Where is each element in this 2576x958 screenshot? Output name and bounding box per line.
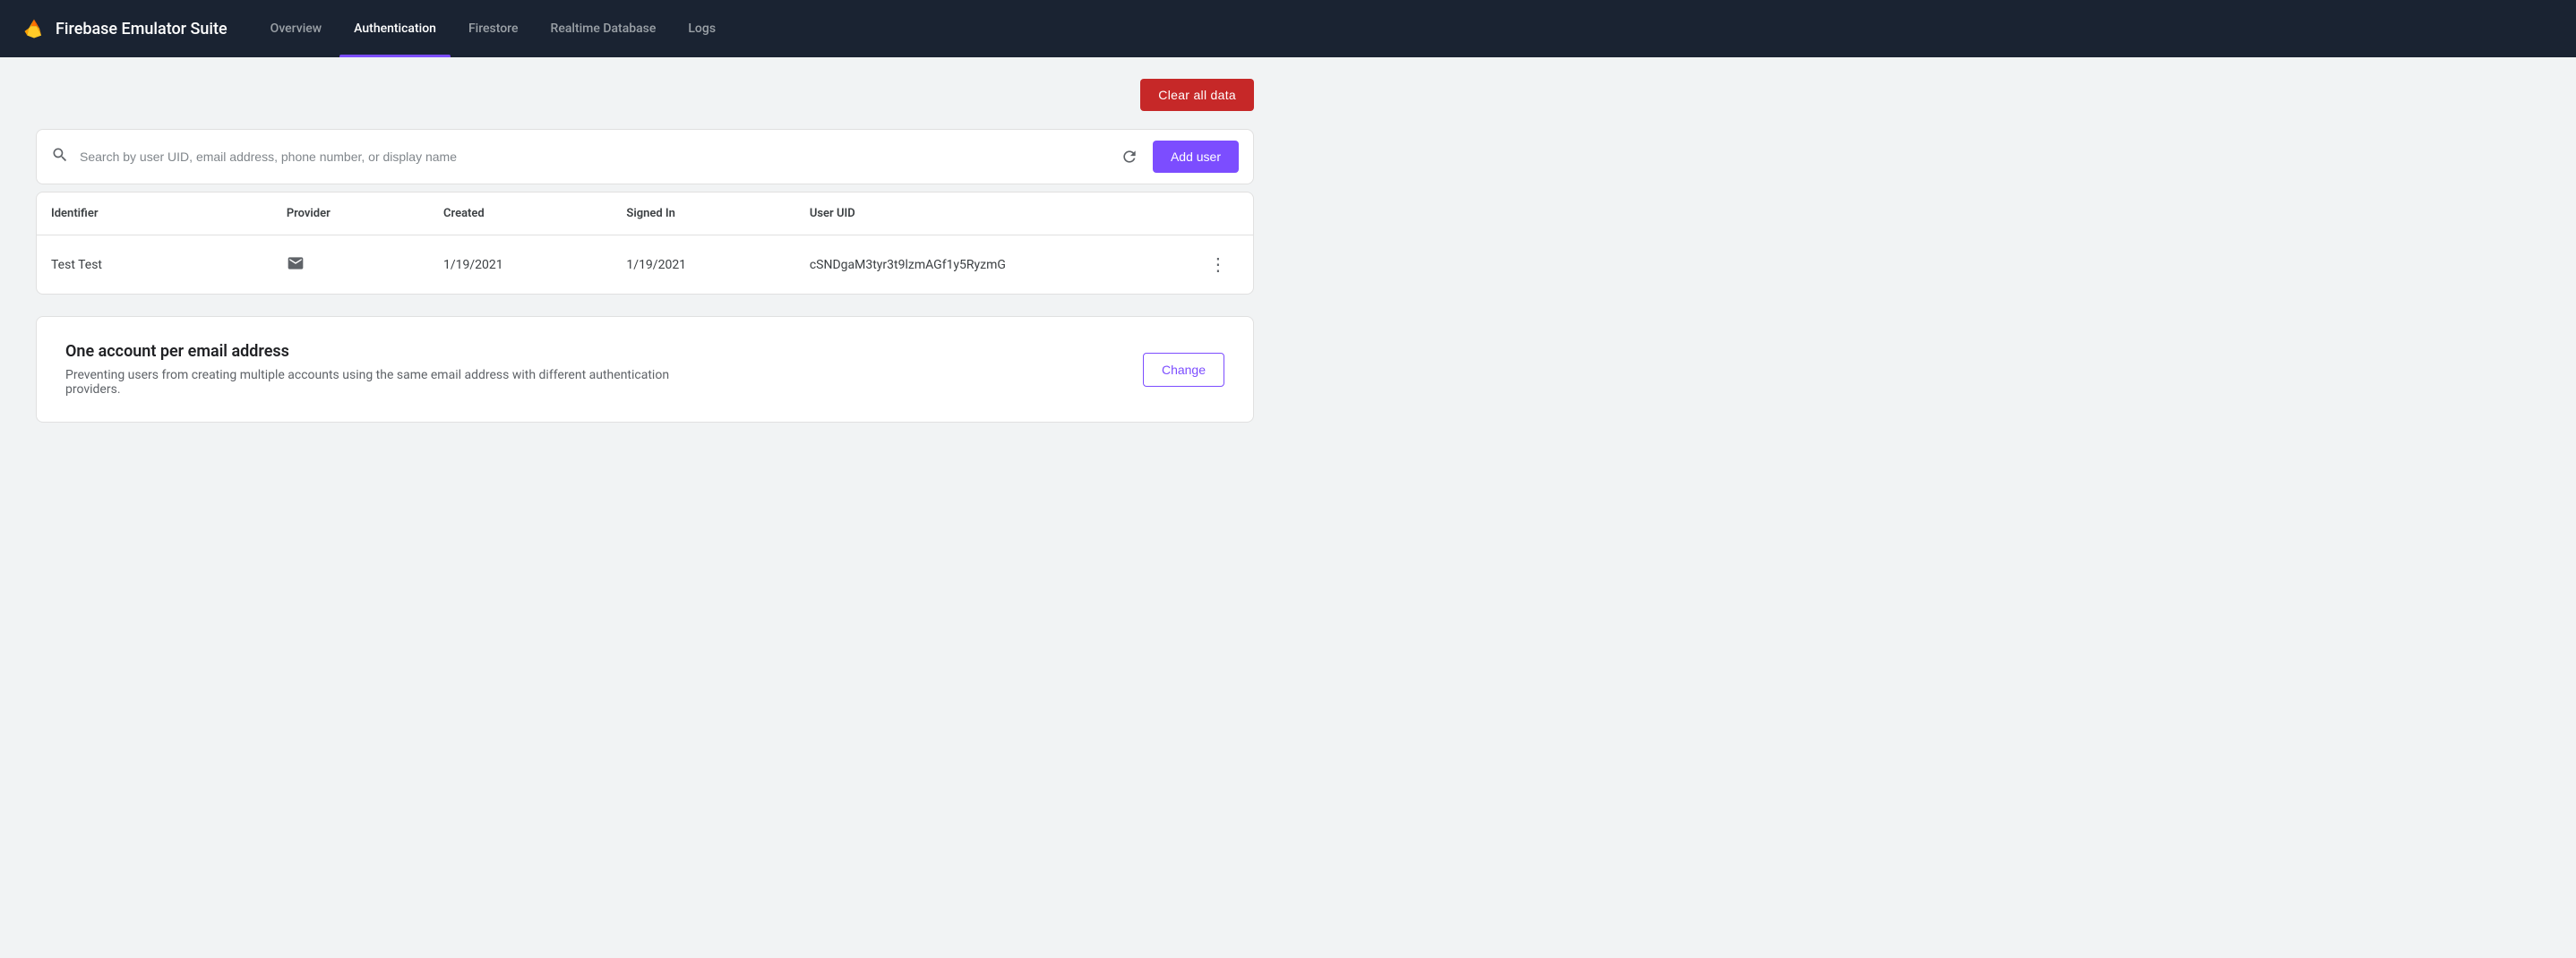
tab-authentication[interactable]: Authentication — [339, 0, 451, 57]
navbar: Firebase Emulator Suite Overview Authent… — [0, 0, 2576, 57]
users-table-container: Identifier Provider Created Signed In Us… — [36, 192, 1254, 295]
firebase-icon — [21, 16, 47, 41]
users-table: Identifier Provider Created Signed In Us… — [37, 192, 1253, 294]
app-brand: Firebase Emulator Suite — [21, 16, 228, 41]
cell-signed-in: 1/19/2021 — [612, 235, 794, 295]
nav-tabs: Overview Authentication Firestore Realti… — [256, 0, 730, 57]
cell-provider — [272, 235, 429, 295]
more-vert-icon: ⋮ — [1209, 253, 1227, 276]
col-header-identifier: Identifier — [37, 192, 272, 235]
tab-overview[interactable]: Overview — [256, 0, 336, 57]
tab-firestore[interactable]: Firestore — [454, 0, 533, 57]
search-input[interactable] — [80, 150, 1106, 164]
cell-actions: ⋮ — [1188, 235, 1253, 295]
table-row: Test Test 1/19/2021 1/19/2021 cSNDgaM3ty… — [37, 235, 1253, 295]
refresh-button[interactable] — [1117, 144, 1142, 169]
settings-card-description: Preventing users from creating multiple … — [65, 368, 692, 397]
add-user-button[interactable]: Add user — [1153, 141, 1239, 173]
main-content: Clear all data Add user Identifier Provi… — [0, 57, 1290, 444]
col-header-provider: Provider — [272, 192, 429, 235]
search-bar-container: Add user — [36, 129, 1254, 184]
settings-card-content: One account per email address Preventing… — [65, 342, 1121, 397]
email-provider-icon — [287, 254, 305, 272]
tab-logs[interactable]: Logs — [674, 0, 730, 57]
col-header-actions — [1188, 192, 1253, 235]
col-header-created: Created — [429, 192, 612, 235]
col-header-user-uid: User UID — [795, 192, 1188, 235]
cell-identifier: Test Test — [37, 235, 272, 295]
search-icon — [51, 146, 69, 168]
tab-realtime-database[interactable]: Realtime Database — [537, 0, 671, 57]
refresh-icon — [1121, 148, 1138, 166]
app-title: Firebase Emulator Suite — [56, 20, 228, 38]
cell-created: 1/19/2021 — [429, 235, 612, 295]
search-actions: Add user — [1117, 141, 1239, 173]
col-header-signed-in: Signed In — [612, 192, 794, 235]
change-button[interactable]: Change — [1143, 353, 1224, 387]
action-bar: Clear all data — [36, 79, 1254, 111]
table-header-row: Identifier Provider Created Signed In Us… — [37, 192, 1253, 235]
settings-card: One account per email address Preventing… — [36, 316, 1254, 423]
clear-all-button[interactable]: Clear all data — [1140, 79, 1254, 111]
row-more-button[interactable]: ⋮ — [1202, 250, 1234, 279]
cell-user-uid: cSNDgaM3tyr3t9lzmAGf1y5RyzmG — [795, 235, 1188, 295]
settings-card-title: One account per email address — [65, 342, 1121, 361]
